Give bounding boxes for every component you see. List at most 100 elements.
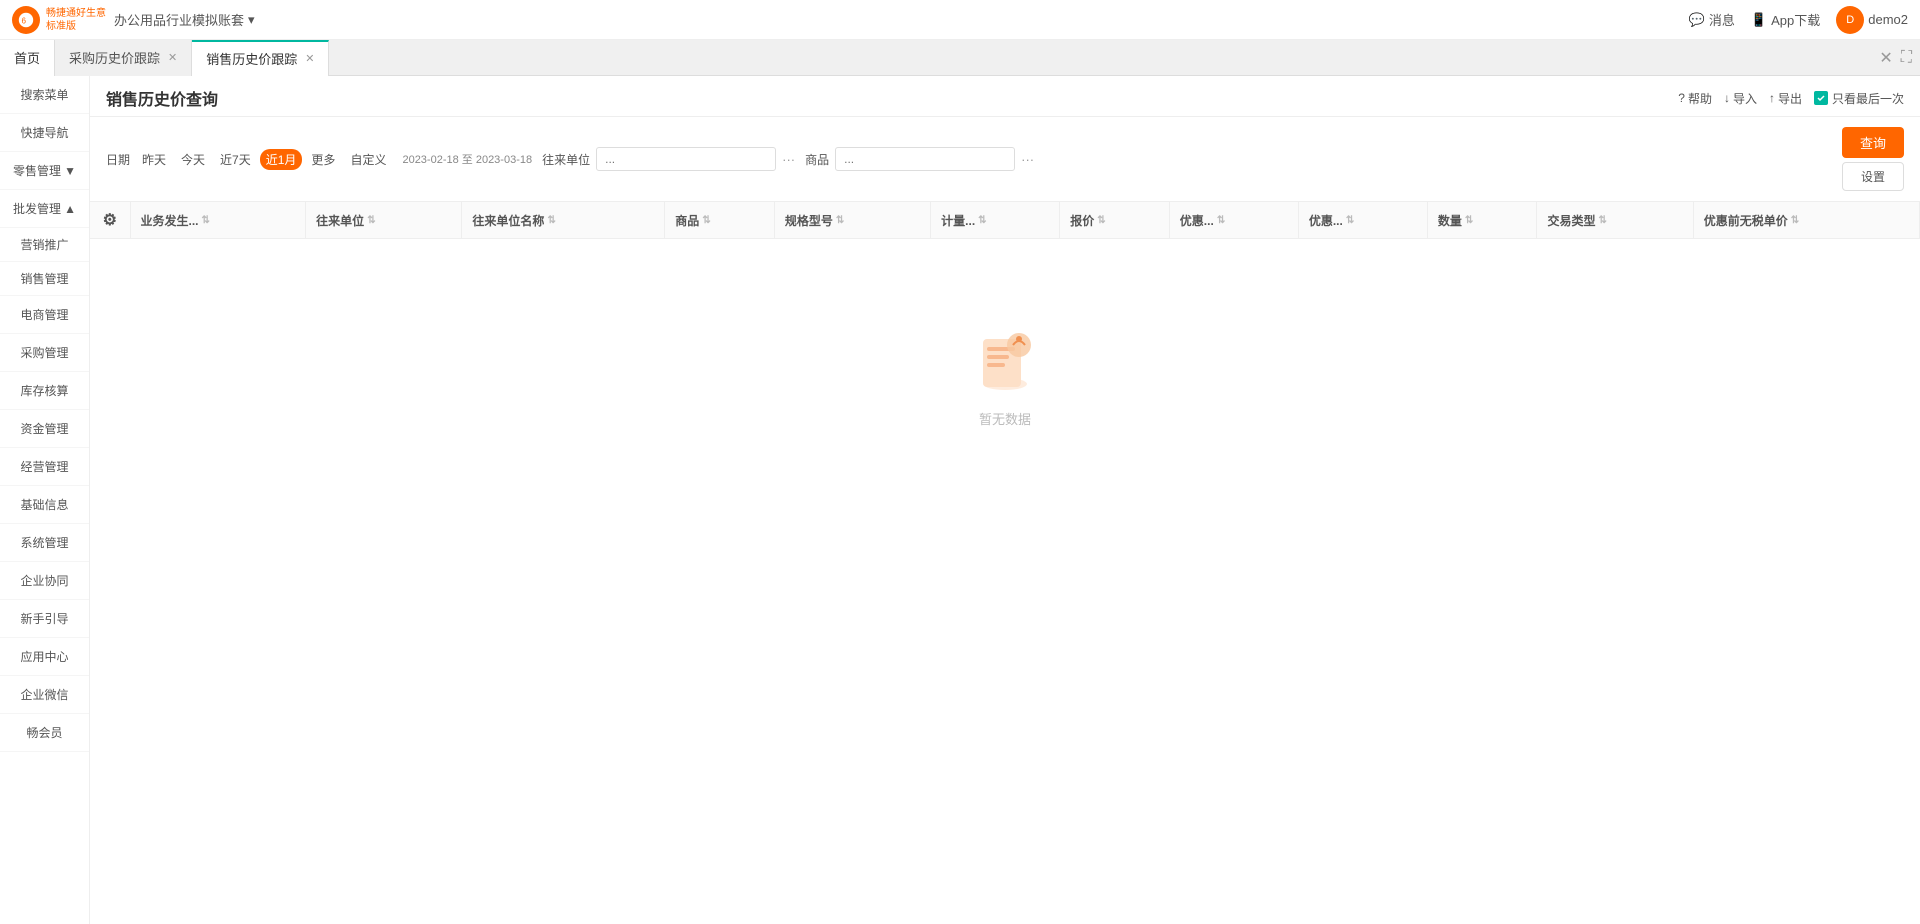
date-btn-more[interactable]: 更多	[305, 149, 341, 170]
sidebar-label-shortcut: 快捷导航	[20, 126, 68, 140]
import-icon: ↓	[1724, 91, 1730, 105]
sidebar-label-enterprise: 企业协同	[20, 574, 68, 588]
date-btn-yesterday[interactable]: 昨天	[136, 149, 172, 170]
col-trade-type[interactable]: 交易类型 ⇅	[1537, 202, 1693, 239]
date-btn-7days[interactable]: 近7天	[214, 149, 257, 170]
date-range-text: 2023-02-18 至 2023-03-18	[402, 151, 532, 167]
sidebar-label-marketing: 营销推广	[20, 238, 68, 252]
app-download-btn[interactable]: 📱 App下载	[1751, 10, 1820, 29]
sidebar-label-system: 系统管理	[20, 536, 68, 550]
sidebar-item-basic[interactable]: 基础信息	[0, 486, 89, 524]
app-name: 办公用品行业模拟账套	[114, 10, 244, 29]
sidebar-item-newbie[interactable]: 新手引导	[0, 600, 89, 638]
sort-trade-type-icon: ⇅	[1598, 215, 1606, 226]
col-quote[interactable]: 报价 ⇅	[1060, 202, 1170, 239]
date-btn-1month[interactable]: 近1月	[260, 149, 303, 170]
partner-label: 往来单位	[542, 151, 590, 168]
col-discount2[interactable]: 优惠... ⇅	[1298, 202, 1427, 239]
tab-sales[interactable]: 销售历史价跟踪 ✕	[192, 40, 329, 76]
partner-dots-btn[interactable]: ···	[782, 152, 795, 167]
wholesale-arrow-icon: ▲	[64, 202, 76, 216]
top-header: 6 畅捷通好生意 标准版 办公用品行业模拟账套 ▾ 💬 消息 📱 App下载 D…	[0, 0, 1920, 40]
sidebar-item-purchase-mgmt[interactable]: 采购管理	[0, 334, 89, 372]
date-btn-custom[interactable]: 自定义	[344, 149, 392, 170]
dropdown-icon: ▾	[248, 12, 255, 28]
sidebar-label-basic: 基础信息	[20, 498, 68, 512]
sidebar-item-vip[interactable]: 畅会员	[0, 714, 89, 752]
sidebar-item-finance[interactable]: 资金管理	[0, 410, 89, 448]
sidebar-label-purchase-mgmt: 采购管理	[20, 346, 68, 360]
sidebar-label-apps: 应用中心	[20, 650, 68, 664]
logo-area: 6 畅捷通好生意 标准版	[12, 6, 106, 34]
tab-home[interactable]: 首页	[0, 40, 55, 76]
col-discount1[interactable]: 优惠... ⇅	[1169, 202, 1298, 239]
partner-filter-group: 往来单位 ···	[542, 147, 795, 171]
sidebar-item-system[interactable]: 系统管理	[0, 524, 89, 562]
last-only-checkbox[interactable]	[1814, 91, 1828, 105]
goods-dots-btn[interactable]: ···	[1021, 152, 1034, 167]
tab-home-label: 首页	[14, 48, 40, 67]
sidebar-item-shortcut[interactable]: 快捷导航	[0, 114, 89, 152]
tab-sales-close[interactable]: ✕	[305, 52, 314, 65]
query-button[interactable]: 查询	[1842, 127, 1904, 158]
sort-discount2-icon: ⇅	[1346, 215, 1354, 226]
import-btn[interactable]: ↓ 导入	[1724, 90, 1757, 107]
col-unit[interactable]: 计量... ⇅	[931, 202, 1060, 239]
close-all-btn[interactable]: ✕	[1879, 48, 1892, 68]
sort-spec-icon: ⇅	[836, 215, 844, 226]
settings-button[interactable]: 设置	[1842, 162, 1904, 191]
app-selector[interactable]: 办公用品行业模拟账套 ▾	[114, 10, 255, 29]
date-filter-group: 日期 昨天 今天 近7天 近1月 更多 自定义	[106, 149, 392, 170]
help-btn[interactable]: ? 帮助	[1678, 90, 1712, 107]
sidebar-item-inventory[interactable]: 库存核算	[0, 372, 89, 410]
col-spec[interactable]: 规格型号 ⇅	[774, 202, 930, 239]
tab-sales-label: 销售历史价跟踪	[206, 49, 297, 68]
logo-text: 畅捷通好生意 标准版	[46, 7, 106, 33]
col-qty[interactable]: 数量 ⇅	[1427, 202, 1537, 239]
date-btn-today[interactable]: 今天	[175, 149, 211, 170]
sidebar-label-wholesale: 批发管理	[13, 200, 61, 217]
header-left: 6 畅捷通好生意 标准版 办公用品行业模拟账套 ▾	[12, 6, 255, 34]
sidebar-item-retail[interactable]: 零售管理 ▼	[0, 152, 89, 190]
data-table: ⚙ 业务发生... ⇅ 往来单位 ⇅	[90, 202, 1920, 239]
date-range-group: 2023-02-18 至 2023-03-18	[402, 151, 532, 167]
col-goods[interactable]: 商品 ⇅	[665, 202, 775, 239]
export-btn[interactable]: ↑ 导出	[1769, 90, 1802, 107]
sidebar-label-operation: 经营管理	[20, 460, 68, 474]
last-only-area[interactable]: 只看最后一次	[1814, 90, 1904, 107]
table-header-row: ⚙ 业务发生... ⇅ 往来单位 ⇅	[90, 202, 1920, 239]
col-settings[interactable]: ⚙	[90, 202, 130, 239]
sort-partner-code-icon: ⇅	[367, 215, 375, 226]
sidebar-item-wholesale[interactable]: 批发管理 ▲	[0, 190, 89, 228]
sidebar-item-search[interactable]: 搜索菜单	[0, 76, 89, 114]
sidebar-item-ecommerce[interactable]: 电商管理	[0, 296, 89, 334]
goods-input[interactable]	[835, 147, 1015, 171]
sidebar-item-operation[interactable]: 经营管理	[0, 448, 89, 486]
sidebar-item-enterprise[interactable]: 企业协同	[0, 562, 89, 600]
col-partner-code[interactable]: 往来单位 ⇅	[306, 202, 462, 239]
sidebar-item-marketing[interactable]: 营销推广	[0, 228, 89, 262]
sidebar-item-sales-mgmt[interactable]: 销售管理	[0, 262, 89, 296]
col-biz-date[interactable]: 业务发生... ⇅	[130, 202, 306, 239]
tab-purchase[interactable]: 采购历史价跟踪 ✕	[55, 40, 192, 76]
sidebar-label-search: 搜索菜单	[20, 88, 68, 102]
sort-partner-name-icon: ⇅	[547, 215, 555, 226]
sidebar-item-apps[interactable]: 应用中心	[0, 638, 89, 676]
partner-input[interactable]	[596, 147, 776, 171]
col-partner-name[interactable]: 往来单位名称 ⇅	[462, 202, 665, 239]
sidebar-label-finance: 资金管理	[20, 422, 68, 436]
empty-state: 暂无数据	[90, 239, 1920, 508]
expand-btn[interactable]: ⛶	[1901, 49, 1912, 67]
sidebar-item-wechat[interactable]: 企业微信	[0, 676, 89, 714]
header-right: 💬 消息 📱 App下载 D demo2	[1689, 6, 1908, 34]
avatar: D	[1836, 6, 1864, 34]
user-area[interactable]: D demo2	[1836, 6, 1908, 34]
sidebar-label-vip: 畅会员	[26, 726, 62, 740]
gear-icon[interactable]: ⚙	[103, 212, 117, 229]
goods-filter-group: 商品 ···	[805, 147, 1034, 171]
date-label: 日期	[106, 151, 130, 168]
sort-pre-discount-icon: ⇅	[1791, 215, 1799, 226]
message-btn[interactable]: 💬 消息	[1689, 10, 1735, 29]
col-pre-discount[interactable]: 优惠前无税单价 ⇅	[1693, 202, 1919, 239]
tab-purchase-close[interactable]: ✕	[168, 51, 177, 64]
